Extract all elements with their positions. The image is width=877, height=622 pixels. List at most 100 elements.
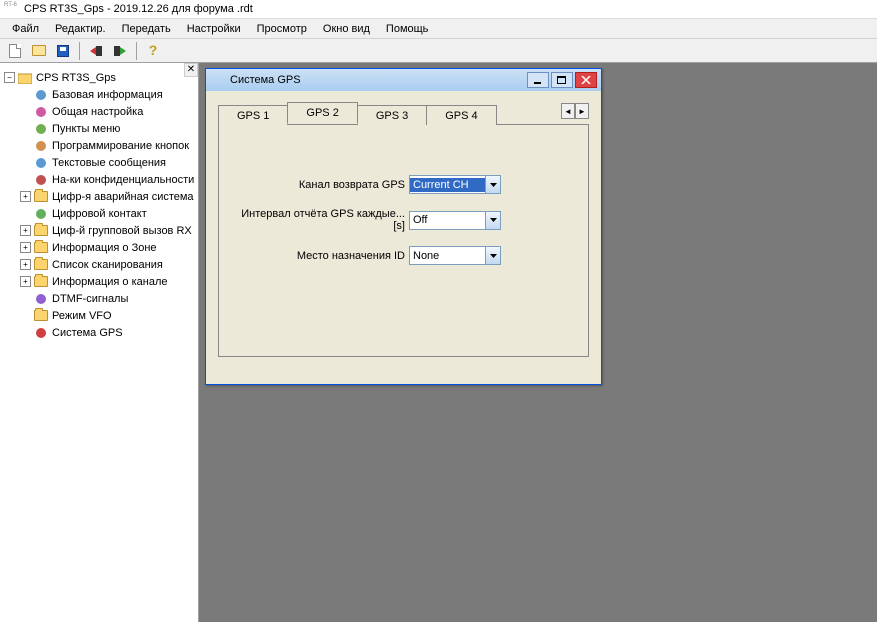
nav-tree: − CPS RT3S_Gps Базовая информация Общая на… xyxy=(0,63,198,347)
tree-label: Текстовые сообщения xyxy=(52,157,166,169)
help-button[interactable]: ? xyxy=(142,41,164,61)
tree-label: На-ки конфиденциальности xyxy=(52,174,194,186)
folder-open-icon xyxy=(32,45,46,56)
item-icon xyxy=(33,155,49,171)
chevron-down-icon[interactable] xyxy=(485,247,500,264)
tree-item[interactable]: Базовая информация xyxy=(2,86,196,103)
folder-icon xyxy=(33,189,49,205)
expander-icon[interactable]: + xyxy=(20,242,31,253)
tree-item[interactable]: Пункты меню xyxy=(2,120,196,137)
close-button[interactable] xyxy=(575,72,597,88)
tree-item[interactable]: Текстовые сообщения xyxy=(2,154,196,171)
tree-item[interactable]: + Список сканирования xyxy=(2,256,196,273)
tab-content: Канал возврата GPS Current CH Интервал о… xyxy=(218,125,589,357)
app-titlebar: CPS RT3S_Gps - 2019.12.26 для форума .rd… xyxy=(0,0,877,19)
tree-close-button[interactable]: ✕ xyxy=(184,63,198,77)
tree-label: Базовая информация xyxy=(52,89,163,101)
tree-item[interactable]: +Информация о Зоне xyxy=(2,239,196,256)
tab[interactable]: GPS 4 xyxy=(426,105,496,125)
tree-label: Общая настройка xyxy=(52,106,143,118)
tree-item[interactable]: Система GPS xyxy=(2,324,196,341)
tree-item[interactable]: На-ки конфиденциальности xyxy=(2,171,196,188)
tree-item[interactable]: Общая настройка xyxy=(2,103,196,120)
child-window-title: Система GPS xyxy=(230,74,525,86)
root-icon xyxy=(17,70,33,86)
tree-item[interactable]: DTMF-сигналы xyxy=(2,290,196,307)
tab[interactable]: GPS 1 xyxy=(218,105,288,125)
expander-icon[interactable]: − xyxy=(4,72,15,83)
field-label: Канал возврата GPS xyxy=(239,179,409,191)
form-row: Место назначения ID None xyxy=(239,246,568,265)
document-icon xyxy=(9,44,21,58)
item-icon xyxy=(33,325,49,341)
combobox-value: Off xyxy=(410,213,485,227)
tree-item[interactable]: Цифровой контакт xyxy=(2,205,196,222)
read-device-button[interactable] xyxy=(85,41,107,61)
combobox[interactable]: None xyxy=(409,246,501,265)
minimize-button[interactable] xyxy=(527,72,549,88)
tree-label: Циф-й групповой вызов RX xyxy=(52,225,192,237)
tree-label: Цифр-я аварийная система xyxy=(52,191,194,203)
gps-system-window: Система GPS GPS 1GPS 2GPS 3GPS 4 ◄ ► Кан… xyxy=(205,68,602,385)
combobox[interactable]: Current CH xyxy=(409,175,501,194)
expander-spacer xyxy=(20,157,31,168)
menu-item[interactable]: Настройки xyxy=(179,21,249,37)
child-titlebar: Система GPS xyxy=(206,69,601,91)
item-icon xyxy=(33,104,49,120)
tab-scroll-right-button[interactable]: ► xyxy=(575,103,589,119)
write-device-button[interactable] xyxy=(109,41,131,61)
menu-item[interactable]: Просмотр xyxy=(249,21,315,37)
item-icon xyxy=(33,172,49,188)
tree-item[interactable]: +Информация о канале xyxy=(2,273,196,290)
menu-item[interactable]: Окно вид xyxy=(315,21,378,37)
tree-item[interactable]: + Цифр-я аварийная система xyxy=(2,188,196,205)
menu-item[interactable]: Передать xyxy=(114,21,179,37)
expander-spacer xyxy=(20,174,31,185)
tree-label: Цифровой контакт xyxy=(52,208,147,220)
maximize-button[interactable] xyxy=(551,72,573,88)
tree-panel: ✕ − CPS RT3S_Gps Базовая информация Общая … xyxy=(0,63,199,622)
write-icon xyxy=(114,46,126,56)
save-file-button[interactable] xyxy=(52,41,74,61)
tree-root[interactable]: − CPS RT3S_Gps xyxy=(2,69,196,86)
save-icon xyxy=(57,45,69,57)
form-row: Интервал отчёта GPS каждые...[s] Off xyxy=(239,208,568,232)
tree-item[interactable]: Программирование кнопок xyxy=(2,137,196,154)
folder-icon xyxy=(33,308,49,324)
child-logo-icon xyxy=(210,73,226,87)
app-title: CPS RT3S_Gps - 2019.12.26 для форума .rd… xyxy=(24,3,253,15)
expander-icon[interactable]: + xyxy=(20,259,31,270)
tab-scroll-left-button[interactable]: ◄ xyxy=(561,103,575,119)
expander-spacer xyxy=(20,293,31,304)
tree-label: DTMF-сигналы xyxy=(52,293,128,305)
expander-spacer xyxy=(20,123,31,134)
help-icon: ? xyxy=(146,44,160,58)
expander-spacer xyxy=(20,327,31,338)
item-icon xyxy=(33,206,49,222)
item-icon xyxy=(33,138,49,154)
tree-item[interactable]: Режим VFO xyxy=(2,307,196,324)
chevron-down-icon[interactable] xyxy=(485,176,500,193)
menu-item[interactable]: Редактир. xyxy=(47,21,114,37)
tree-label: Программирование кнопок xyxy=(52,140,189,152)
tab[interactable]: GPS 3 xyxy=(357,105,427,125)
chevron-down-icon[interactable] xyxy=(485,212,500,229)
field-label: Место назначения ID xyxy=(239,250,409,262)
tree-label: Список сканирования xyxy=(52,259,163,271)
expander-icon[interactable]: + xyxy=(20,225,31,236)
tab[interactable]: GPS 2 xyxy=(287,102,357,124)
open-file-button[interactable] xyxy=(28,41,50,61)
combobox[interactable]: Off xyxy=(409,211,501,230)
expander-icon[interactable]: + xyxy=(20,191,31,202)
menu-item[interactable]: Файл xyxy=(4,21,47,37)
expander-spacer xyxy=(20,89,31,100)
app-logo-icon xyxy=(4,2,20,16)
toolbar-separator xyxy=(79,42,80,60)
new-file-button[interactable] xyxy=(4,41,26,61)
minimize-icon xyxy=(533,76,543,84)
menu-item[interactable]: Помощь xyxy=(378,21,437,37)
tree-item[interactable]: + Циф-й групповой вызов RX xyxy=(2,222,196,239)
expander-spacer xyxy=(20,310,31,321)
read-icon xyxy=(90,46,102,56)
expander-icon[interactable]: + xyxy=(20,276,31,287)
